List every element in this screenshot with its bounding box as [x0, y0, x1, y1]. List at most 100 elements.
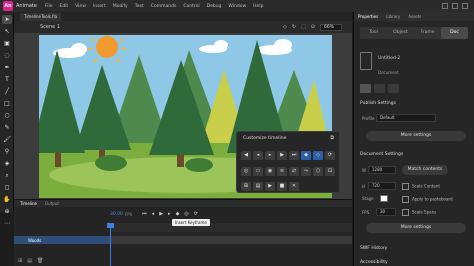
lasso-icon[interactable]: ◌: [2, 51, 12, 60]
onion-skin-toggle-icon[interactable]: ◎: [184, 211, 188, 217]
menu-modify[interactable]: Modify: [113, 4, 128, 9]
keyframe-button-icon[interactable]: ◆: [176, 211, 180, 217]
loop-icon[interactable]: ⟳: [325, 151, 335, 160]
layer-frames[interactable]: [110, 236, 352, 244]
step-back-frame-icon[interactable]: ◂: [152, 211, 155, 217]
insert-blank-keyframe-icon[interactable]: ◇: [313, 151, 323, 160]
tab-library[interactable]: Library: [386, 14, 400, 19]
brush-tool-icon[interactable]: 🖌: [2, 135, 12, 144]
tab-object[interactable]: Object: [387, 27, 414, 39]
subselection-tool-icon[interactable]: ↖: [2, 27, 12, 36]
play-timeline-icon[interactable]: ▶: [159, 211, 163, 217]
step-forward-icon[interactable]: ▶: [277, 151, 287, 160]
bone-tool-icon[interactable]: ⚲: [2, 147, 12, 156]
swf-history-heading[interactable]: SWF History: [360, 246, 387, 251]
edit-symbols-icon[interactable]: ◇: [283, 24, 287, 30]
add-layer-icon[interactable]: ⊞: [241, 182, 251, 191]
width-field[interactable]: 1280: [368, 166, 396, 174]
scale-spans-checkbox[interactable]: Scale Spans: [402, 209, 436, 216]
document-tab[interactable]: TimelineTools.fla: [20, 13, 62, 21]
anchor-icon[interactable]: [360, 84, 371, 93]
edit-multiple-frames-icon[interactable]: ▭: [253, 167, 263, 176]
delete-layer-icon[interactable]: ✕: [289, 182, 299, 191]
oval-tool-icon[interactable]: ○: [2, 111, 12, 120]
menu-commands[interactable]: Commands: [151, 4, 176, 9]
eyedropper-icon[interactable]: ⌕: [2, 171, 12, 180]
popup-close-icon[interactable]: ⧉: [330, 135, 334, 141]
profile-select[interactable]: Default: [376, 114, 436, 122]
more-tools-icon[interactable]: ⋯: [2, 219, 12, 228]
first-frame-icon[interactable]: ◀: [241, 151, 251, 160]
layer-depth-icon[interactable]: ≋: [277, 167, 287, 176]
publish-settings-heading[interactable]: Publish Settings: [360, 101, 396, 106]
snap-icon[interactable]: [388, 84, 399, 93]
menu-control[interactable]: Control: [183, 4, 199, 9]
play-icon[interactable]: ▸: [265, 151, 275, 160]
motion-tween-icon[interactable]: ⤳: [301, 167, 311, 176]
zoom-field[interactable]: 66%: [320, 23, 342, 31]
menu-file[interactable]: File: [45, 4, 53, 9]
menu-debug[interactable]: Debug: [207, 4, 222, 9]
fps-field[interactable]: 30: [376, 208, 396, 216]
clip-icon[interactable]: ⬚: [301, 24, 306, 30]
play-preview-icon[interactable]: ▶: [265, 182, 275, 191]
menu-window[interactable]: Window: [228, 4, 246, 9]
layer-name[interactable]: Woods: [28, 238, 41, 243]
center-frame-icon[interactable]: ⊡: [325, 167, 335, 176]
scale-content-checkbox[interactable]: Scale Content: [402, 183, 440, 190]
rewind-icon[interactable]: ⏮: [142, 211, 147, 217]
menu-text[interactable]: Text: [135, 4, 144, 9]
tab-properties[interactable]: Properties: [358, 14, 378, 19]
publish-more-settings-button[interactable]: More settings: [366, 131, 466, 141]
eraser-icon[interactable]: ◻: [2, 183, 12, 192]
frame-ruler[interactable]: [110, 223, 352, 232]
onion-skin-icon[interactable]: ◎: [241, 167, 251, 176]
apply-pasteboard-checkbox[interactable]: Apply to pasteboard: [402, 196, 453, 203]
tab-frame[interactable]: Frame: [414, 27, 441, 39]
loop-toggle-icon[interactable]: ⟳: [194, 211, 198, 217]
menu-edit[interactable]: Edit: [59, 4, 68, 9]
pen-tool-icon[interactable]: ✒: [2, 63, 12, 72]
paint-bucket-icon[interactable]: ◈: [2, 159, 12, 168]
tab-tool[interactable]: Tool: [360, 27, 387, 39]
new-layer-icon[interactable]: ⊞: [18, 258, 22, 264]
camera-icon[interactable]: ◉: [265, 167, 275, 176]
last-frame-icon[interactable]: ⏭: [289, 151, 299, 160]
fps-readout[interactable]: 30.00: [110, 212, 123, 217]
accessibility-heading[interactable]: Accessibility: [360, 260, 388, 265]
insert-keyframe-icon[interactable]: ◆: [301, 151, 311, 160]
delete-layer-bottom-icon[interactable]: 🗑: [37, 258, 43, 264]
step-back-icon[interactable]: ◂: [253, 151, 263, 160]
tab-timeline[interactable]: Timeline: [20, 200, 37, 207]
hand-tool-icon[interactable]: ✋: [2, 195, 12, 204]
tab-output[interactable]: Output: [45, 200, 59, 207]
height-field[interactable]: 720: [368, 182, 396, 190]
tab-assets[interactable]: Assets: [408, 14, 421, 19]
menu-view[interactable]: View: [75, 4, 86, 9]
add-folder-icon[interactable]: ▤: [253, 182, 263, 191]
stage-rotate-icon[interactable]: ↻: [292, 24, 296, 30]
maximize-icon[interactable]: [452, 3, 458, 9]
stop-icon[interactable]: ■: [277, 182, 287, 191]
align-icon[interactable]: [374, 84, 385, 93]
step-forward-frame-icon[interactable]: ▸: [168, 211, 171, 217]
stage-color-swatch[interactable]: [380, 195, 388, 202]
layer-row[interactable]: Woods: [14, 236, 110, 244]
scene-name[interactable]: Scene 1: [40, 24, 60, 30]
tab-doc[interactable]: Doc: [441, 27, 468, 39]
close-window-icon[interactable]: [462, 3, 468, 9]
menu-insert[interactable]: Insert: [93, 4, 106, 9]
shape-tween-icon[interactable]: ⬡: [313, 167, 323, 176]
pencil-tool-icon[interactable]: ✎: [2, 123, 12, 132]
document-more-settings-button[interactable]: More settings: [366, 223, 466, 233]
new-folder-icon[interactable]: ▤: [27, 258, 32, 264]
classic-tween-icon[interactable]: ⇄: [289, 167, 299, 176]
menu-help[interactable]: Help: [253, 4, 263, 9]
selection-tool-icon[interactable]: ➤: [2, 15, 12, 24]
text-tool-icon[interactable]: T: [2, 75, 12, 84]
center-stage-icon[interactable]: ⊙: [311, 24, 315, 30]
free-transform-icon[interactable]: ▣: [2, 39, 12, 48]
zoom-tool-icon[interactable]: ⊕: [2, 207, 12, 216]
line-tool-icon[interactable]: ╱: [2, 87, 12, 96]
match-contents-button[interactable]: Match contents: [402, 165, 448, 175]
